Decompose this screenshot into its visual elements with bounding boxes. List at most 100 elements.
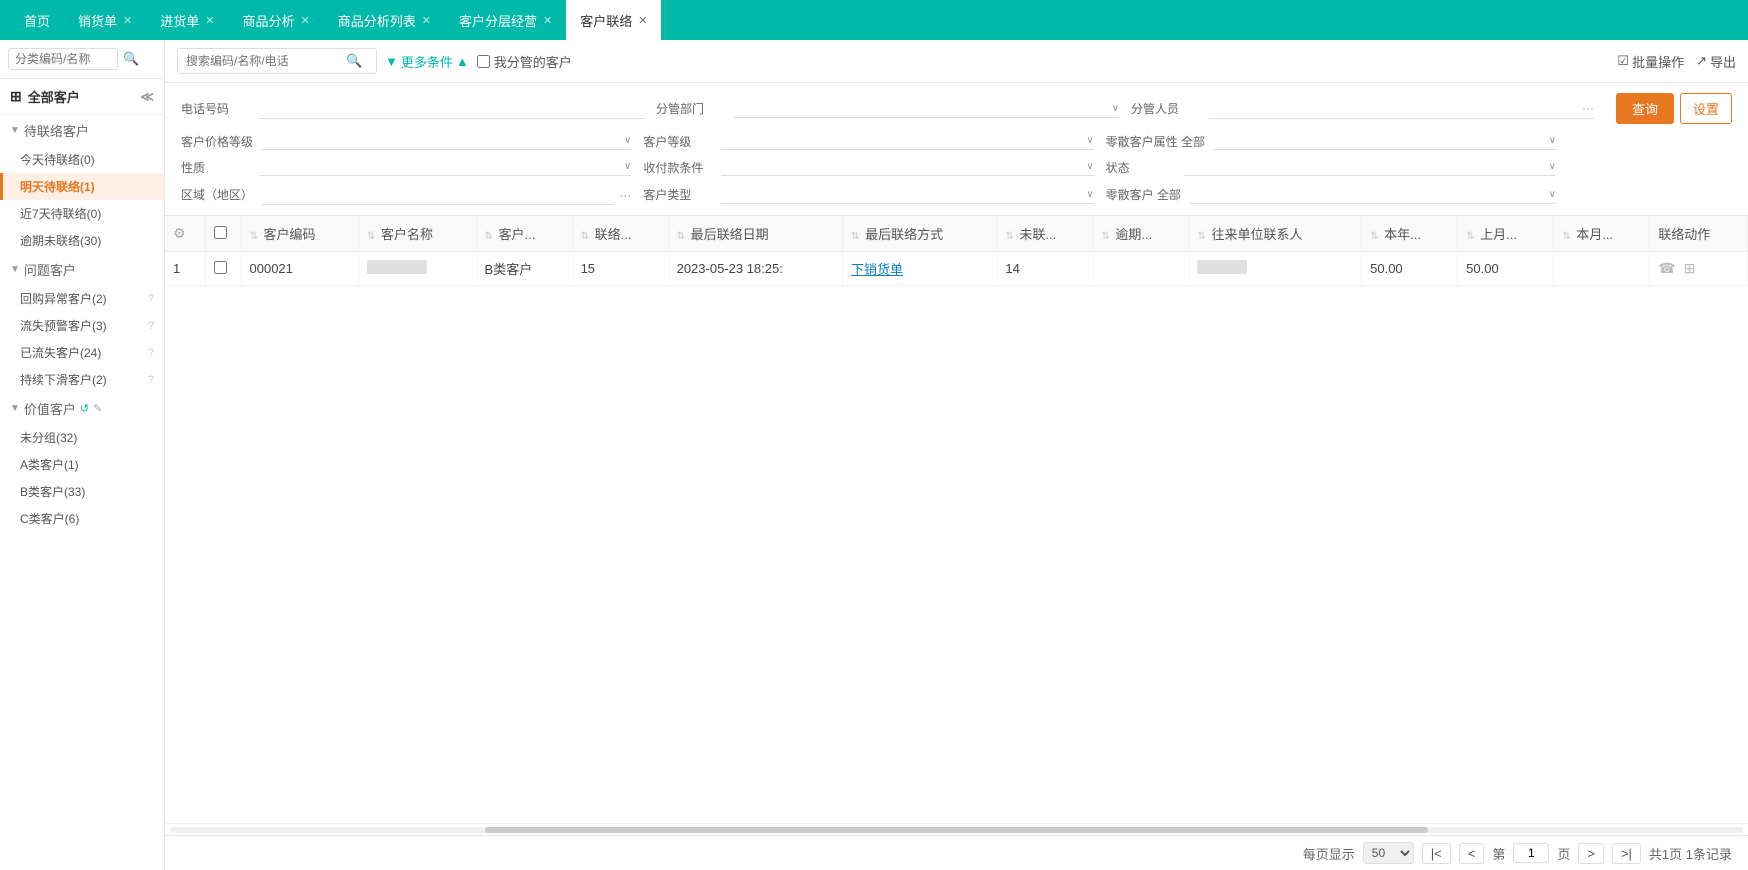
sidebar-item-today[interactable]: 今天待联络(0): [0, 146, 164, 173]
th-code-label: 客户编码: [264, 227, 316, 242]
nav-sales-label: 销货单: [78, 11, 117, 30]
filter-cust-type-select[interactable]: ∨: [721, 186, 1093, 204]
search-icon-toolbar[interactable]: 🔍: [346, 53, 362, 69]
nav-purchase-close[interactable]: ✕: [205, 14, 214, 27]
help-icon-3[interactable]: ?: [148, 347, 154, 359]
filter-area-input[interactable]: [261, 184, 614, 205]
sort-icon-name: ⇅: [367, 231, 375, 242]
chevron-down-icon-7: ∨: [1549, 161, 1556, 172]
name-placeholder: [367, 260, 427, 274]
nav-analysis-list-close[interactable]: ✕: [422, 14, 431, 27]
scrollbar-thumb[interactable]: [485, 827, 1429, 833]
row-checkbox[interactable]: [214, 261, 227, 274]
sidebar-item-decline[interactable]: 持续下滑客户(2) ?: [0, 366, 164, 393]
sort-icon-code: ⇅: [250, 231, 258, 242]
sidebar-item-repeat-abnormal[interactable]: 回购异常客户(2) ?: [0, 285, 164, 312]
sidebar: 🔍 ⊞ 全部客户 ≪ ▼ 待联络客户 今天待联络(0) 明天待联络(1) 近7天…: [0, 40, 165, 870]
sidebar-item-lost[interactable]: 已流失客户(24) ?: [0, 339, 164, 366]
nav-purchase[interactable]: 进货单 ✕: [146, 0, 228, 40]
filter-payment-select[interactable]: ∨: [721, 158, 1093, 176]
sort-icon-last-month: ⇅: [1466, 231, 1474, 242]
phone-action-icon[interactable]: ☎: [1658, 260, 1675, 277]
nav-customer-contact-close[interactable]: ✕: [638, 14, 647, 27]
filter-retail-attr-select[interactable]: ∨: [1213, 132, 1556, 150]
all-customers-label: 全部客户: [28, 87, 80, 106]
select-all-checkbox[interactable]: [214, 226, 227, 239]
gear-icon[interactable]: ⚙: [173, 225, 186, 241]
filter-phone-input[interactable]: [259, 98, 644, 119]
nav-customer-tier-close[interactable]: ✕: [543, 14, 552, 27]
query-button[interactable]: 查询: [1616, 93, 1674, 124]
sidebar-item-class-c[interactable]: C类客户(6): [0, 505, 164, 532]
filter-level-select[interactable]: ∨: [721, 132, 1093, 150]
filter-status-select[interactable]: ∨: [1184, 158, 1556, 176]
sidebar-search-icon[interactable]: 🔍: [123, 51, 139, 67]
nav-sales-close[interactable]: ✕: [123, 14, 132, 27]
export-btn[interactable]: ↗ 导出: [1696, 52, 1736, 71]
sidebar-item-class-b[interactable]: B类客户(33): [0, 478, 164, 505]
search-input[interactable]: [186, 54, 346, 68]
next-page-btn[interactable]: >: [1578, 843, 1604, 864]
help-icon-4[interactable]: ?: [148, 374, 154, 386]
sidebar-item-tomorrow[interactable]: 明天待联络(1): [0, 173, 164, 200]
page-input[interactable]: [1513, 843, 1549, 863]
arrow-down-icon: ▼: [10, 125, 20, 136]
nav-analysis[interactable]: 商品分析 ✕: [228, 0, 323, 40]
nav-customer-tier[interactable]: 客户分层经营 ✕: [445, 0, 566, 40]
per-page-label: 每页显示: [1303, 844, 1355, 863]
nav-analysis-close[interactable]: ✕: [301, 14, 310, 27]
sort-icon-contact: ⇅: [581, 231, 589, 242]
filter-cust-type: 客户类型 ∨: [643, 186, 1093, 204]
sidebar-item-lost-risk[interactable]: 流失预警客户(3) ?: [0, 312, 164, 339]
nav-sales[interactable]: 销货单 ✕: [64, 0, 146, 40]
more-conditions-label: 更多条件: [401, 52, 453, 71]
help-icon-1[interactable]: ?: [148, 293, 154, 305]
sidebar-search-input[interactable]: [8, 48, 118, 70]
td-this-month: [1554, 252, 1650, 286]
th-last-date-label: 最后联络日期: [691, 227, 769, 242]
edit-icon[interactable]: ✎: [93, 402, 102, 415]
nav-analysis-list[interactable]: 商品分析列表 ✕: [324, 0, 445, 40]
filter-row-4: 区域（地区） ··· 客户类型 ∨ 零散客户 全部: [181, 184, 1732, 205]
filter-dept-select[interactable]: ∨: [734, 100, 1119, 118]
per-page-select[interactable]: 50 10 20 100: [1363, 842, 1414, 864]
help-icon-2[interactable]: ?: [148, 320, 154, 332]
sidebar-all-customers[interactable]: ⊞ 全部客户 ≪: [0, 79, 164, 115]
chevron-up-icon: ▲: [456, 54, 469, 69]
nav-customer-contact[interactable]: 客户联络 ✕: [566, 0, 661, 40]
nav-home[interactable]: 首页: [10, 0, 64, 40]
sidebar-group-value[interactable]: ▼ 价值客户 ↺ ✎: [0, 393, 164, 424]
td-last-way: 下销货单: [843, 252, 997, 286]
td-last-month: 50.00: [1458, 252, 1554, 286]
sidebar-group-value-label: 价值客户: [24, 399, 76, 418]
filter-retail-select[interactable]: ∨: [1189, 186, 1556, 204]
sidebar-item-class-a[interactable]: A类客户(1): [0, 451, 164, 478]
more-conditions-btn[interactable]: ▼ 更多条件 ▲: [385, 52, 469, 71]
batch-op-btn[interactable]: ☑ 批量操作: [1617, 52, 1684, 71]
grid-action-icon[interactable]: ⊞: [1684, 260, 1696, 277]
last-page-btn[interactable]: >|: [1612, 843, 1641, 864]
sidebar-group-pending[interactable]: ▼ 待联络客户: [0, 115, 164, 146]
filter-person-select[interactable]: ···: [1209, 98, 1594, 119]
refresh-icon[interactable]: ↺: [80, 402, 89, 415]
collapse-icon[interactable]: ≪: [140, 89, 154, 105]
prev-page-btn[interactable]: <: [1459, 843, 1485, 864]
th-not-contact-label: 未联...: [1019, 227, 1056, 242]
first-page-btn[interactable]: |<: [1422, 843, 1451, 864]
filter-price-level-select[interactable]: ∨: [261, 132, 631, 150]
filter-level: 客户等级 ∨: [643, 132, 1093, 150]
filter-cust-type-label: 客户类型: [643, 186, 713, 203]
footer: 每页显示 50 10 20 100 |< < 第 页 > >| 共1页 1条记录: [165, 835, 1748, 870]
my-customers-checkbox[interactable]: [477, 55, 490, 68]
grid-icon: ⊞: [10, 88, 22, 105]
settings-button[interactable]: 设置: [1680, 93, 1732, 124]
filter-nature-select[interactable]: ∨: [259, 158, 631, 176]
horizontal-scrollbar[interactable]: [165, 823, 1748, 835]
sidebar-item-ungrouped[interactable]: 未分组(32): [0, 424, 164, 451]
sidebar-item-overdue[interactable]: 逾期未联络(30): [0, 227, 164, 254]
sidebar-item-week[interactable]: 近7天待联络(0): [0, 200, 164, 227]
last-way-link[interactable]: 下销货单: [851, 262, 903, 277]
my-customers-checkbox-label[interactable]: 我分管的客户: [477, 52, 572, 71]
sidebar-group-problem[interactable]: ▼ 问题客户: [0, 254, 164, 285]
th-overdue-label: 逾期...: [1115, 227, 1152, 242]
